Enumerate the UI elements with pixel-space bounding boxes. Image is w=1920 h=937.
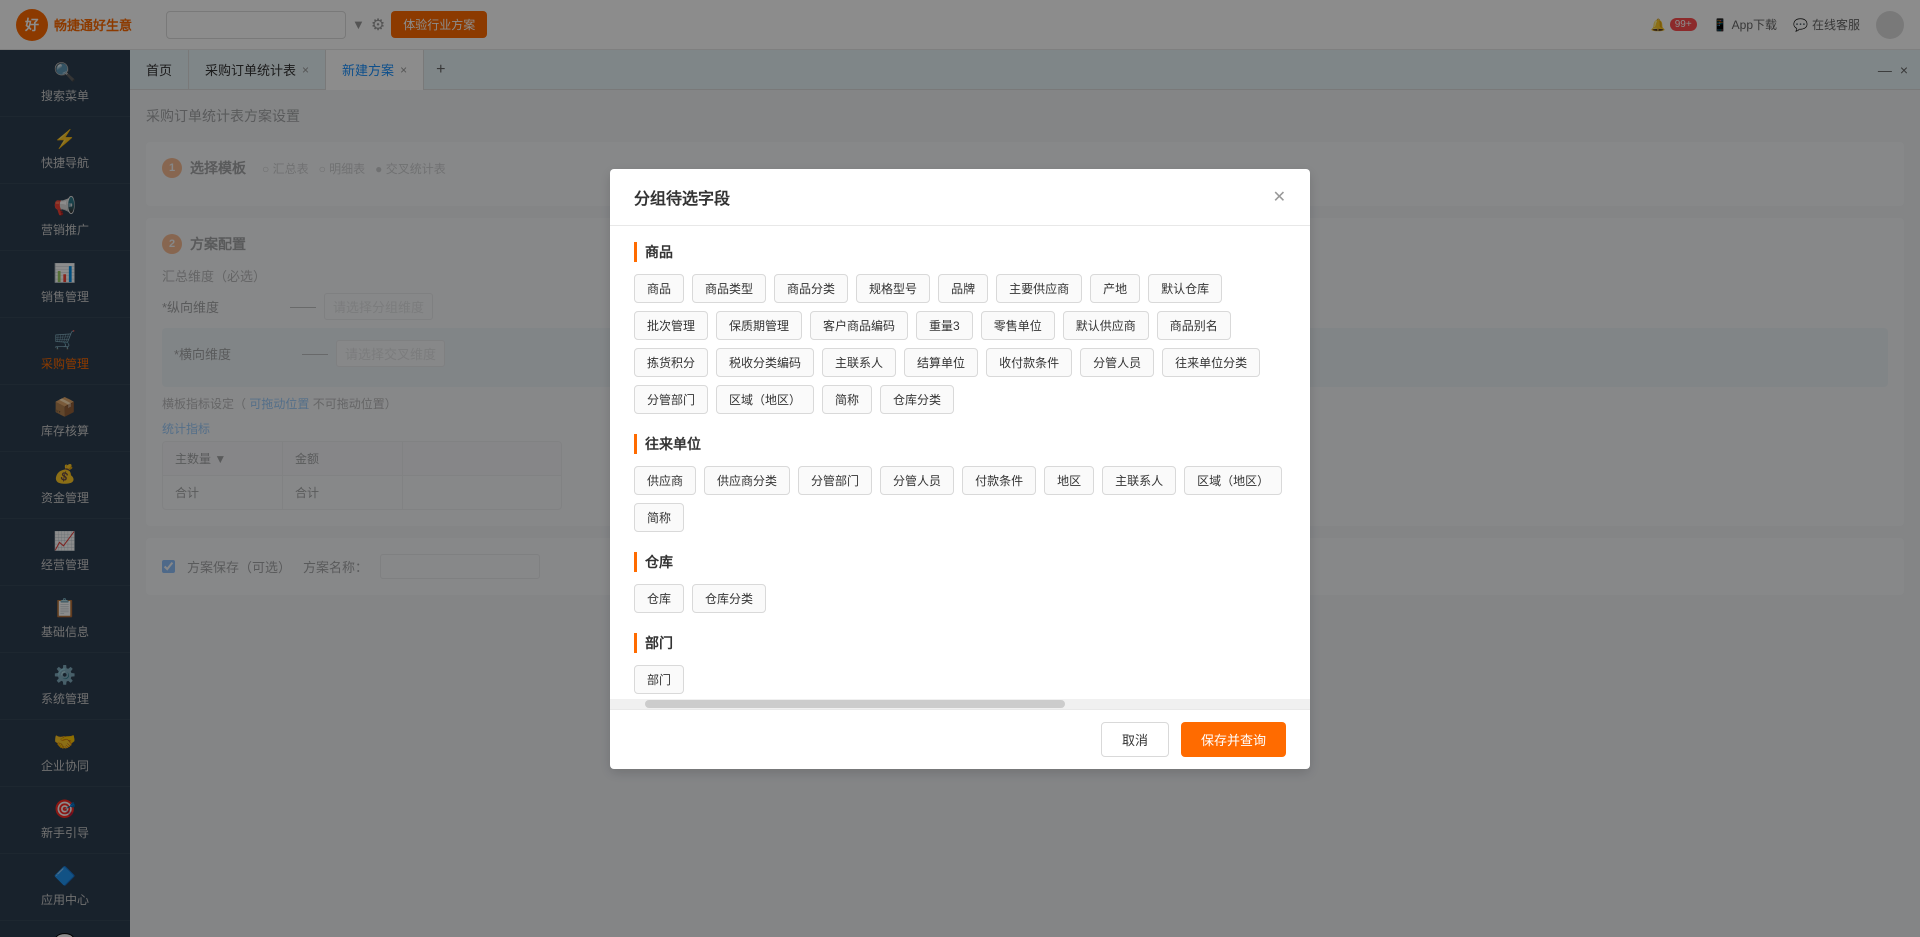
field-tag-customer-code[interactable]: 客户商品编码 [810,311,908,340]
modal-cancel-button[interactable]: 取消 [1101,722,1169,757]
field-tag-pick-points[interactable]: 拣货积分 [634,348,708,377]
section-partner-grid: 供应商 供应商分类 分管部门 分管人员 付款条件 地区 主联系人 区域（地区） … [634,466,1286,532]
section-partner: 往来单位 供应商 供应商分类 分管部门 分管人员 付款条件 地区 主联系人 区域… [634,434,1286,532]
modal-horizontal-scrollbar[interactable] [610,699,1310,709]
section-product-grid: 商品 商品类型 商品分类 规格型号 品牌 主要供应商 产地 默认仓库 批次管理 … [634,274,1286,414]
modal-close-button[interactable]: ✕ [1273,187,1286,207]
field-tag-manager[interactable]: 分管人员 [1080,348,1154,377]
field-tag-weight3[interactable]: 重量3 [916,311,973,340]
field-tag-warehouse[interactable]: 仓库 [634,584,684,613]
modal-header: 分组待选字段 ✕ [610,169,1310,226]
section-product: 商品 商品 商品类型 商品分类 规格型号 品牌 主要供应商 产地 默认仓库 批次… [634,242,1286,414]
field-tag-dept-partner[interactable]: 分管部门 [798,466,872,495]
field-tag-product-alias[interactable]: 商品别名 [1157,311,1231,340]
field-tag-dept[interactable]: 分管部门 [634,385,708,414]
field-tag-main-contact-partner[interactable]: 主联系人 [1102,466,1176,495]
field-tag-product[interactable]: 商品 [634,274,684,303]
modal-save-button[interactable]: 保存并查询 [1181,722,1286,757]
modal-hscroll-thumb [645,700,1065,708]
field-tag-partner-category[interactable]: 往来单位分类 [1162,348,1260,377]
field-tag-short-name-product[interactable]: 简称 [822,385,872,414]
field-tag-main-contact[interactable]: 主联系人 [822,348,896,377]
field-tag-warehouse-cat-product[interactable]: 仓库分类 [880,385,954,414]
section-warehouse: 仓库 仓库 仓库分类 [634,552,1286,613]
field-tag-origin[interactable]: 产地 [1090,274,1140,303]
modal-body: 商品 商品 商品类型 商品分类 规格型号 品牌 主要供应商 产地 默认仓库 批次… [610,226,1310,699]
field-tag-short-name-partner[interactable]: 简称 [634,503,684,532]
field-tag-product-category[interactable]: 商品分类 [774,274,848,303]
modal-footer: 取消 保存并查询 [610,709,1310,769]
field-tag-supplier-category[interactable]: 供应商分类 [704,466,790,495]
field-tag-payment-terms[interactable]: 收付款条件 [986,348,1072,377]
field-tag-manager-partner[interactable]: 分管人员 [880,466,954,495]
field-tag-department[interactable]: 部门 [634,665,684,694]
section-department: 部门 部门 [634,633,1286,694]
field-tag-spec[interactable]: 规格型号 [856,274,930,303]
field-tag-warehouse-category[interactable]: 仓库分类 [692,584,766,613]
field-tag-batch-mgmt[interactable]: 批次管理 [634,311,708,340]
section-department-title: 部门 [634,633,1286,653]
field-tag-settlement-unit[interactable]: 结算单位 [904,348,978,377]
section-product-title: 商品 [634,242,1286,262]
field-tag-shelf-life[interactable]: 保质期管理 [716,311,802,340]
field-tag-main-supplier[interactable]: 主要供应商 [996,274,1082,303]
field-tag-supplier[interactable]: 供应商 [634,466,696,495]
section-department-grid: 部门 [634,665,1286,694]
modal-overlay: 分组待选字段 ✕ 商品 商品 商品类型 商品分类 规格型号 品牌 主要供应商 产… [0,0,1920,937]
section-partner-title: 往来单位 [634,434,1286,454]
modal-title: 分组待选字段 [634,185,730,209]
field-tag-tax-code[interactable]: 税收分类编码 [716,348,814,377]
field-tag-brand[interactable]: 品牌 [938,274,988,303]
field-selection-modal: 分组待选字段 ✕ 商品 商品 商品类型 商品分类 规格型号 品牌 主要供应商 产… [610,169,1310,769]
field-tag-region-product[interactable]: 区域（地区） [716,385,814,414]
field-tag-default-supplier[interactable]: 默认供应商 [1063,311,1149,340]
field-tag-product-type[interactable]: 商品类型 [692,274,766,303]
section-warehouse-title: 仓库 [634,552,1286,572]
field-tag-region-partner[interactable]: 区域（地区） [1184,466,1282,495]
field-tag-payment-condition[interactable]: 付款条件 [962,466,1036,495]
section-warehouse-grid: 仓库 仓库分类 [634,584,1286,613]
field-tag-area-partner[interactable]: 地区 [1044,466,1094,495]
field-tag-retail-unit[interactable]: 零售单位 [981,311,1055,340]
field-tag-default-warehouse[interactable]: 默认仓库 [1148,274,1222,303]
